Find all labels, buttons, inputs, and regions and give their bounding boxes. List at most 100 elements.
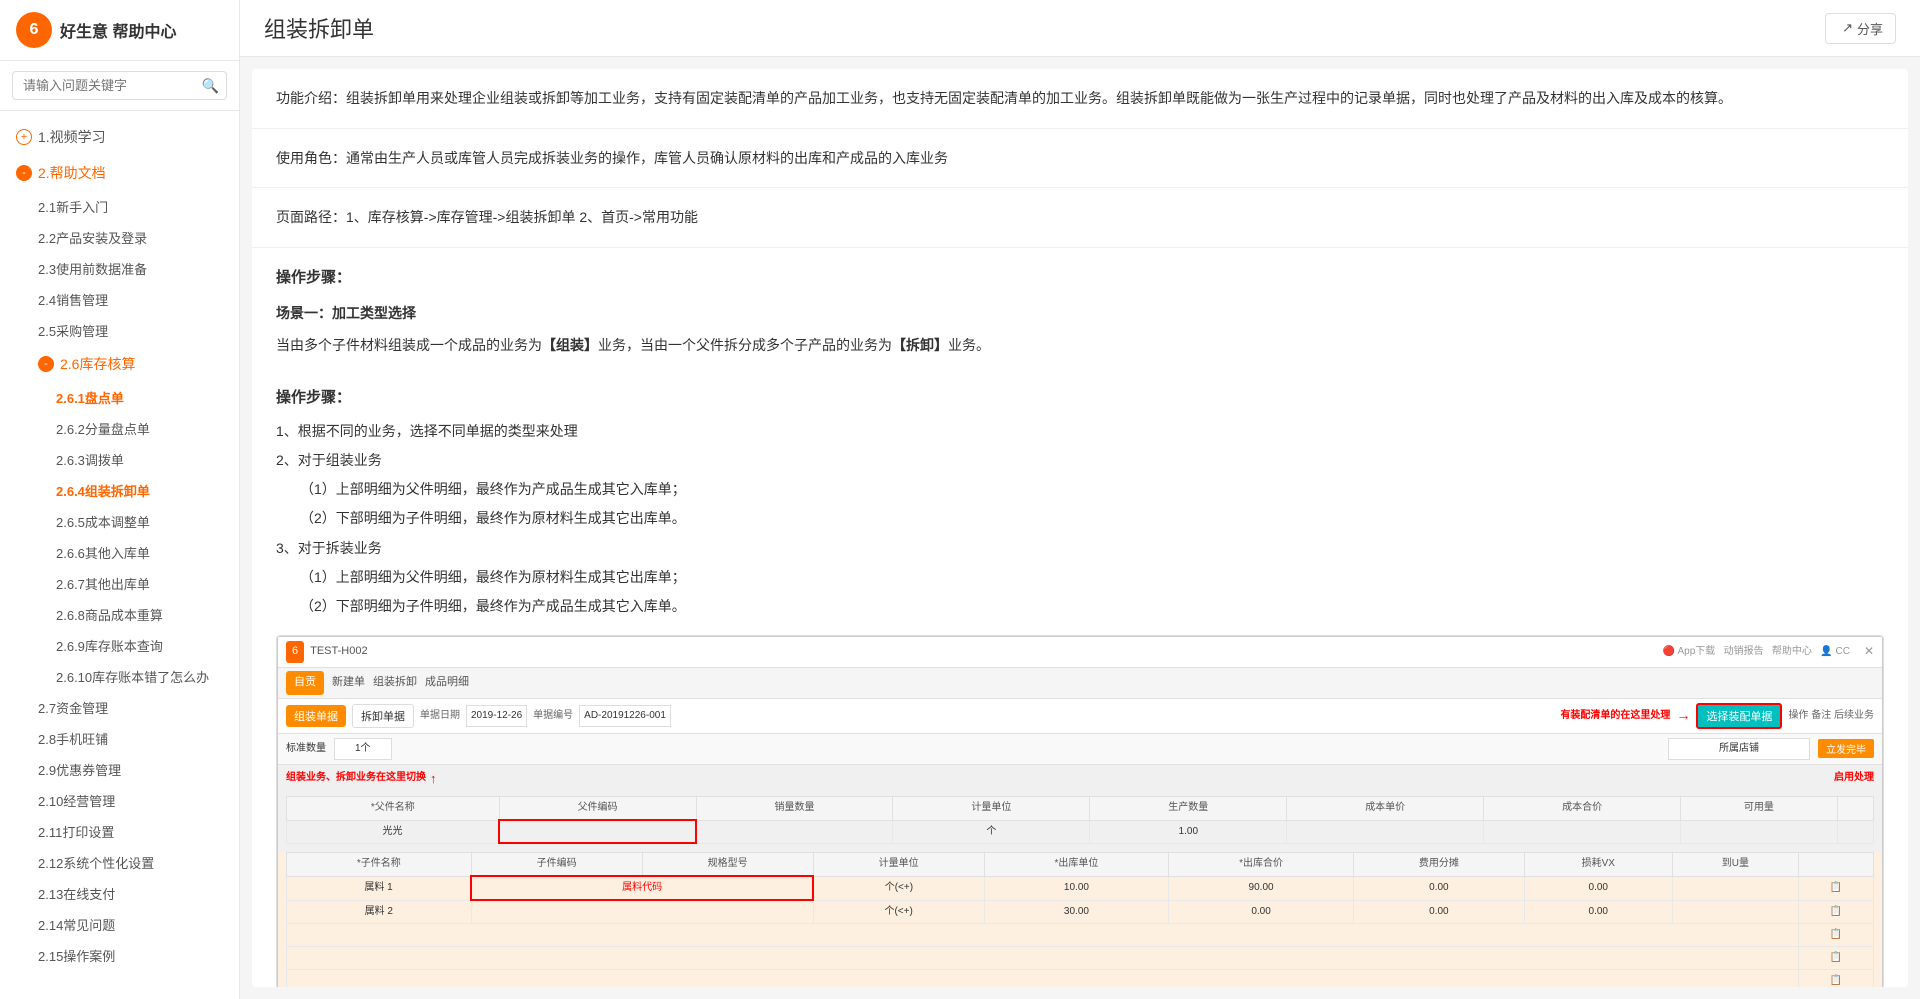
th-qty: 销量数量 bbox=[696, 797, 893, 821]
sidebar-item-2-6-10[interactable]: 2.6.10库存账本错了怎么办 bbox=[0, 661, 239, 692]
logo-icon: 6 bbox=[16, 12, 52, 48]
share-button[interactable]: ↗ 分享 bbox=[1825, 13, 1896, 44]
ss-no-label: 单据编号 bbox=[533, 707, 573, 725]
sidebar-item-2-6-2[interactable]: 2.6.2分量盘点单 bbox=[0, 413, 239, 444]
th-parent-name: *父件名称 bbox=[287, 797, 500, 821]
sidebar-item-2-13[interactable]: 2.13在线支付 bbox=[0, 878, 239, 909]
td-loss-2: 0.00 bbox=[1524, 900, 1672, 923]
nav-list: + 1.视频学习 - 2.帮助文档 2.1新手入门 2.2产品安装及登录 2.3… bbox=[0, 111, 239, 999]
main-header: 组装拆卸单 ↗ 分享 bbox=[240, 0, 1920, 57]
sidebar-item-2-10[interactable]: 2.10经营管理 bbox=[0, 785, 239, 816]
ss-btn-disassemble[interactable]: 拆卸单据 bbox=[352, 704, 414, 728]
sidebar-item-2-6-3[interactable]: 2.6.3调拨单 bbox=[0, 444, 239, 475]
sidebar-item-2-11[interactable]: 2.11打印设置 bbox=[0, 816, 239, 847]
td-unit: 个 bbox=[893, 820, 1090, 843]
td-out-total-2: 0.00 bbox=[1169, 900, 1354, 923]
ss-btn-select[interactable]: 选择装配单据 bbox=[1696, 703, 1782, 729]
search-button[interactable]: 🔍 bbox=[202, 77, 219, 94]
td-prod-qty: 1.00 bbox=[1090, 820, 1287, 843]
td-alloc-2: 0.00 bbox=[1353, 900, 1524, 923]
ss-type-annotation: 组装业务、拆卸业务在这里切换 ↑ 启用处理 bbox=[278, 765, 1882, 792]
ss-date-label: 单据日期 bbox=[420, 707, 460, 725]
th-sub-name: *子件名称 bbox=[287, 853, 472, 877]
th-out-total: *出库合价 bbox=[1169, 853, 1354, 877]
table-row: 📋 bbox=[287, 946, 1874, 969]
sidebar-header: 6 好生意 帮助中心 bbox=[0, 0, 239, 61]
share-icon: ↗ bbox=[1842, 20, 1853, 36]
sidebar-item-2-6-8[interactable]: 2.6.8商品成本重算 bbox=[0, 599, 239, 630]
td-cost-price bbox=[1287, 820, 1484, 843]
sidebar-item-2-7[interactable]: 2.7资金管理 bbox=[0, 692, 239, 723]
step3-sub2: （2）下部明细为子件明细，最终作为产成品生成其它入库单。 bbox=[300, 594, 1884, 619]
ss-no-value: AD-20191226-001 bbox=[579, 705, 671, 727]
td-alloc-1: 0.00 bbox=[1353, 876, 1524, 900]
td-ops bbox=[1837, 820, 1873, 843]
sidebar-item-1[interactable]: + 1.视频学习 bbox=[0, 119, 239, 155]
th-avail: 可用量 bbox=[1681, 797, 1838, 821]
sidebar-item-2[interactable]: - 2.帮助文档 2.1新手入门 2.2产品安装及登录 2.3使用前数据准备 2… bbox=[0, 155, 239, 971]
td-arrive-2 bbox=[1672, 900, 1798, 923]
ss-nav-icons: 🔴 App下载 动销报告 帮助中心 👤 CC bbox=[1663, 643, 1850, 661]
ss-btn-assemble[interactable]: 组装单据 bbox=[286, 705, 346, 727]
th-out-unit: *出库单位 bbox=[984, 853, 1169, 877]
ss-sub-form: 标准数量 1个 所属店铺 立发完毕 bbox=[278, 734, 1882, 765]
td-empty-3 bbox=[287, 923, 1799, 946]
sidebar-item-label: 2.帮助文档 bbox=[38, 163, 106, 183]
sidebar-item-2-6-4[interactable]: 2.6.4组装拆卸单 bbox=[0, 475, 239, 506]
sidebar-item-2-1[interactable]: 2.1新手入门 bbox=[0, 191, 239, 222]
search-input[interactable] bbox=[12, 71, 227, 100]
search-box: 🔍 bbox=[0, 61, 239, 111]
sidebar-item-2-2[interactable]: 2.2产品安装及登录 bbox=[0, 222, 239, 253]
td-empty-5 bbox=[287, 969, 1799, 987]
step2-sub1: （1）上部明细为父件明细，最终作为产成品生成其它入库单； bbox=[300, 477, 1884, 502]
sidebar-item-2-3[interactable]: 2.3使用前数据准备 bbox=[0, 253, 239, 284]
ops-steps-title: 操作步骤： bbox=[276, 384, 1884, 411]
step3: 3、对于拆装业务 bbox=[276, 536, 1884, 561]
table-row: 光光 个 1.00 bbox=[287, 820, 1874, 843]
ss-close[interactable]: ✕ bbox=[1864, 641, 1874, 663]
sidebar-item-2-6-5[interactable]: 2.6.5成本调整单 bbox=[0, 506, 239, 537]
sidebar-item-2-5[interactable]: 2.5采购管理 bbox=[0, 315, 239, 346]
sidebar-item-2-8[interactable]: 2.8手机旺铺 bbox=[0, 723, 239, 754]
th-cost-price: 成本单价 bbox=[1287, 797, 1484, 821]
role-section: 使用角色：通常由生产人员或库管人员完成拆装业务的操作，库管人员确认原材料的出库和… bbox=[252, 129, 1908, 189]
ss-btn-action[interactable]: 立发完毕 bbox=[1818, 739, 1874, 758]
sidebar-item-2-6[interactable]: - 2.6库存核算 2.6.1盘点单 2.6.2分量盘点单 2.6.3调拨单 2… bbox=[0, 346, 239, 692]
td-sub-code-2 bbox=[471, 900, 813, 923]
ss-form-toolbar: 组装单据 拆卸单据 单据日期 2019-12-26 单据编号 AD-201912… bbox=[278, 699, 1882, 734]
td-cost-total bbox=[1484, 820, 1681, 843]
sidebar-item-2-6-label: 2.6库存核算 bbox=[60, 354, 135, 374]
sidebar-item-2-14[interactable]: 2.14常见问题 bbox=[0, 909, 239, 940]
content-area: 功能介绍：组装拆卸单用来处理企业组装或拆卸等加工业务，支持有固定装配清单的产品加… bbox=[252, 69, 1908, 987]
fake-screenshot: 6 TEST-H002 🔴 App下载 动销报告 帮助中心 👤 CC ✕ 自贡 … bbox=[277, 636, 1883, 987]
ss-dept-input: 所属店铺 bbox=[1668, 738, 1810, 760]
annotation-1: 有装配清单的在这里处理 bbox=[1560, 707, 1670, 725]
th-loss: 损耗VX bbox=[1524, 853, 1672, 877]
sidebar-item-2-9[interactable]: 2.9优惠券管理 bbox=[0, 754, 239, 785]
sidebar-item-2-6-7[interactable]: 2.6.7其他出库单 bbox=[0, 568, 239, 599]
path-text: 页面路径：1、库存核算->库存管理->组装拆卸单 2、首页->常用功能 bbox=[276, 204, 1884, 231]
th-alloc: 费用分摊 bbox=[1353, 853, 1524, 877]
td-sub-name-2: 属料 2 bbox=[287, 900, 472, 923]
td-out-unit-2: 30.00 bbox=[984, 900, 1169, 923]
td-avail bbox=[1681, 820, 1838, 843]
ss-logo: 6 bbox=[286, 641, 304, 663]
ops-title: 操作步骤： bbox=[276, 264, 1884, 291]
sidebar-item-2-15[interactable]: 2.15操作案例 bbox=[0, 940, 239, 971]
page-title: 组装拆卸单 bbox=[264, 12, 374, 44]
sidebar-item-2-4[interactable]: 2.4销售管理 bbox=[0, 284, 239, 315]
sidebar-item-2-6-9[interactable]: 2.6.9库存账本查询 bbox=[0, 630, 239, 661]
sidebar-item-2-12[interactable]: 2.12系统个性化设置 bbox=[0, 847, 239, 878]
sidebar-item-label: 1.视频学习 bbox=[38, 127, 106, 147]
sidebar-item-2-6-1[interactable]: 2.6.1盘点单 bbox=[0, 382, 239, 413]
ss-tab-nav: 自贡 新建单 组装拆卸 成品明细 bbox=[278, 668, 1882, 699]
arrow-2: ↑ bbox=[430, 767, 437, 790]
ss-titlebar: 6 TEST-H002 🔴 App下载 动销报告 帮助中心 👤 CC ✕ bbox=[278, 637, 1882, 668]
ss-tab-home[interactable]: 自贡 bbox=[286, 671, 324, 695]
ss-op-label: 操作 备注 后续业务 bbox=[1788, 707, 1874, 725]
sidebar-item-2-6-6[interactable]: 2.6.6其他入库单 bbox=[0, 537, 239, 568]
step2: 2、对于组装业务 bbox=[276, 448, 1884, 473]
ss-count-input: 1个 bbox=[334, 738, 392, 760]
ss-sub-table-header: *子件名称 子件编码 规格型号 计量单位 *出库单位 *出库合价 费用分摊 损耗… bbox=[278, 852, 1882, 987]
ss-label-count: 标准数量 bbox=[286, 740, 326, 758]
